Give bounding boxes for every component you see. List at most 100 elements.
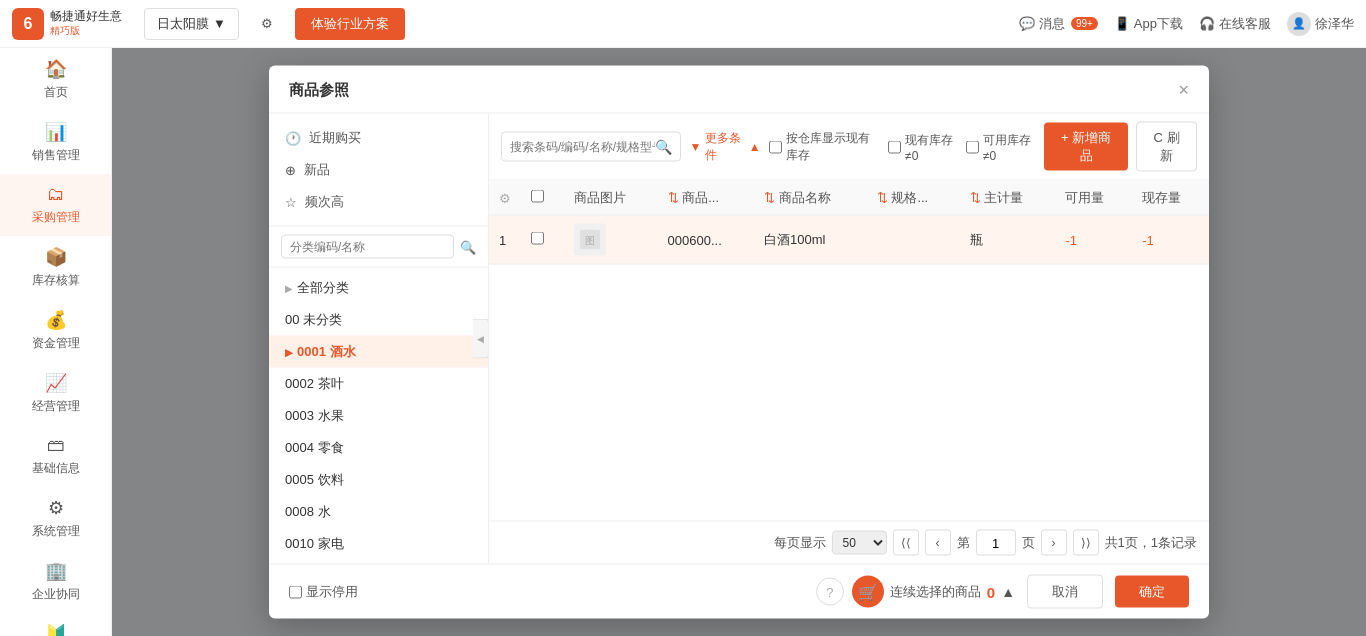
purchase-icon: 🗂 [47, 184, 65, 205]
image-placeholder-icon: 图 [580, 230, 600, 250]
show-disabled-checkbox[interactable] [289, 585, 302, 598]
help-button[interactable]: ? [816, 578, 844, 606]
row-seq: 1 [489, 215, 521, 264]
cat-item-0010[interactable]: 0010 家电 [269, 528, 488, 560]
row-checkbox[interactable] [531, 232, 544, 245]
sort-icon: ⇅ [668, 190, 679, 205]
footer-left: 显示停用 [289, 583, 358, 601]
sidebar: 🏠 首页 📊 销售管理 🗂 采购管理 📦 库存核算 💰 资金管理 📈 经营管理 … [0, 48, 112, 636]
cat-item-0001[interactable]: ▶ 0001 酒水 [269, 336, 488, 368]
show-disabled-checkbox-label[interactable]: 显示停用 [289, 583, 358, 601]
sidebar-item-purchase[interactable]: 🗂 采购管理 [0, 174, 111, 236]
row-code: 000600... [658, 215, 755, 264]
product-search-box: 🔍 [501, 132, 681, 162]
trial-button[interactable]: 体验行业方案 [295, 8, 405, 40]
sidebar-item-basic[interactable]: 🗃 基础信息 [0, 425, 111, 487]
message-badge: 99+ [1071, 17, 1098, 30]
col-stock: 现存量 [1132, 181, 1209, 216]
product-search-input[interactable] [510, 140, 655, 154]
app-download-button[interactable]: 📱 App下载 [1114, 15, 1183, 33]
logo-sub: 精巧版 [50, 24, 122, 38]
tri-all: ▶ [285, 282, 293, 293]
cart-expand-button[interactable]: ▲ [1001, 584, 1015, 600]
warehouse-stock-checkbox-label[interactable]: 按仓库显示现有库存 [769, 130, 881, 164]
sidebar-item-sales[interactable]: 📊 销售管理 [0, 111, 111, 174]
mobile-icon: 📱 [1114, 16, 1130, 31]
col-image: 商品图片 [564, 181, 658, 216]
sidebar-item-inventory[interactable]: 📦 库存核算 [0, 236, 111, 299]
biz-selector[interactable]: 日太阳膜 ▼ [144, 8, 239, 40]
cat-item-0003[interactable]: 0003 水果 [269, 400, 488, 432]
prev-page-button[interactable]: ‹ [925, 530, 951, 556]
sidebar-item-finance[interactable]: 💰 资金管理 [0, 299, 111, 362]
sidebar-label-purchase: 采购管理 [32, 209, 80, 226]
more-filter-button[interactable]: ▼ 更多条件 ▲ [689, 130, 760, 164]
cancel-button[interactable]: 取消 [1027, 575, 1103, 609]
page-size-select[interactable]: 50 10 20 100 [832, 531, 887, 555]
sidebar-item-operation[interactable]: 📈 经营管理 [0, 362, 111, 425]
message-button[interactable]: 💬 消息 99+ [1019, 15, 1098, 33]
quick-nav-recent[interactable]: 🕐 近期购买 [269, 122, 488, 154]
table-row[interactable]: 1 图 [489, 215, 1209, 264]
row-check[interactable] [521, 215, 564, 264]
sidebar-item-home[interactable]: 🏠 首页 [0, 48, 111, 111]
col-code[interactable]: ⇅ 商品... [658, 181, 755, 216]
last-page-button[interactable]: ⟩⟩ [1073, 530, 1099, 556]
shopping-cart-icon: 🛒 [858, 582, 878, 601]
cat-item-0008[interactable]: 0008 水 [269, 496, 488, 528]
modal-title: 商品参照 [289, 81, 349, 100]
quick-nav-frequent[interactable]: ☆ 频次高 [269, 186, 488, 218]
sidebar-item-enterprise[interactable]: 🏢 企业协同 [0, 550, 111, 613]
sidebar-label-enterprise: 企业协同 [32, 586, 80, 603]
col-unit[interactable]: ⇅ 主计量 [960, 181, 1056, 216]
page-number-input[interactable] [976, 530, 1016, 556]
cat-item-all[interactable]: ▶ 全部分类 [269, 272, 488, 304]
cat-item-0004[interactable]: 0004 零食 [269, 432, 488, 464]
modal-body: 🕐 近期购买 ⊕ 新品 ☆ 频次高 ◀ [269, 114, 1209, 564]
category-search-icon[interactable]: 🔍 [460, 239, 476, 254]
col-name[interactable]: ⇅ 商品名称 [754, 181, 867, 216]
cart-count: 0 [987, 583, 995, 600]
refresh-button[interactable]: C 刷新 [1136, 122, 1197, 172]
product-table-wrap: ⚙ 商品图片 ⇅ 商品... [489, 181, 1209, 521]
available-nonzero-checkbox[interactable] [966, 140, 979, 153]
system-icon: ⚙ [48, 497, 64, 519]
help-icon: ? [826, 584, 833, 599]
warehouse-stock-checkbox[interactable] [769, 140, 782, 153]
guide-icon: 🔰 [45, 623, 67, 636]
recent-icon: 🕐 [285, 130, 301, 145]
sidebar-item-guide[interactable]: 🔰 新手引导 [0, 613, 111, 636]
select-all-checkbox[interactable] [531, 190, 544, 203]
gear-button[interactable]: ⚙ [251, 8, 283, 40]
quick-nav-new[interactable]: ⊕ 新品 [269, 154, 488, 186]
online-service-button[interactable]: 🎧 在线客服 [1199, 15, 1271, 33]
search-icon[interactable]: 🔍 [655, 139, 672, 155]
modal-close-button[interactable]: × [1178, 80, 1189, 101]
sidebar-label-home: 首页 [44, 84, 68, 101]
user-profile-button[interactable]: 👤 徐泽华 [1287, 12, 1354, 36]
nonzero-stock-checkbox[interactable] [888, 140, 901, 153]
col-spec[interactable]: ⇅ 规格... [867, 181, 960, 216]
cat-item-0005[interactable]: 0005 饮料 [269, 464, 488, 496]
sidebar-item-system[interactable]: ⚙ 系统管理 [0, 487, 111, 550]
column-settings[interactable]: ⚙ [489, 181, 521, 216]
page-size-label: 每页显示 [774, 534, 826, 552]
category-search-area: 🔍 [269, 227, 488, 268]
category-tree: ▶ 全部分类 00 未分类 ▶ 0001 酒水 0002 茶叶 [269, 268, 488, 564]
nonzero-stock-checkbox-label[interactable]: 现有库存≠0 [888, 131, 958, 162]
sidebar-label-system: 系统管理 [32, 523, 80, 540]
sidebar-label-finance: 资金管理 [32, 335, 80, 352]
modal-header: 商品参照 × [269, 66, 1209, 114]
chevron-down-icon: ▼ [213, 16, 226, 31]
total-info: 共1页，1条记录 [1105, 534, 1197, 552]
cat-item-0002[interactable]: 0002 茶叶 [269, 368, 488, 400]
logo-icon: 6 [12, 8, 44, 40]
next-page-button[interactable]: › [1041, 530, 1067, 556]
collapse-panel-button[interactable]: ◀ [473, 319, 489, 359]
available-nonzero-checkbox-label[interactable]: 可用库存≠0 [966, 131, 1036, 162]
first-page-button[interactable]: ⟨⟨ [893, 530, 919, 556]
add-product-button[interactable]: + 新增商品 [1044, 123, 1128, 171]
confirm-button[interactable]: 确定 [1115, 576, 1189, 608]
category-search-input[interactable] [281, 235, 454, 259]
cat-item-00[interactable]: 00 未分类 [269, 304, 488, 336]
